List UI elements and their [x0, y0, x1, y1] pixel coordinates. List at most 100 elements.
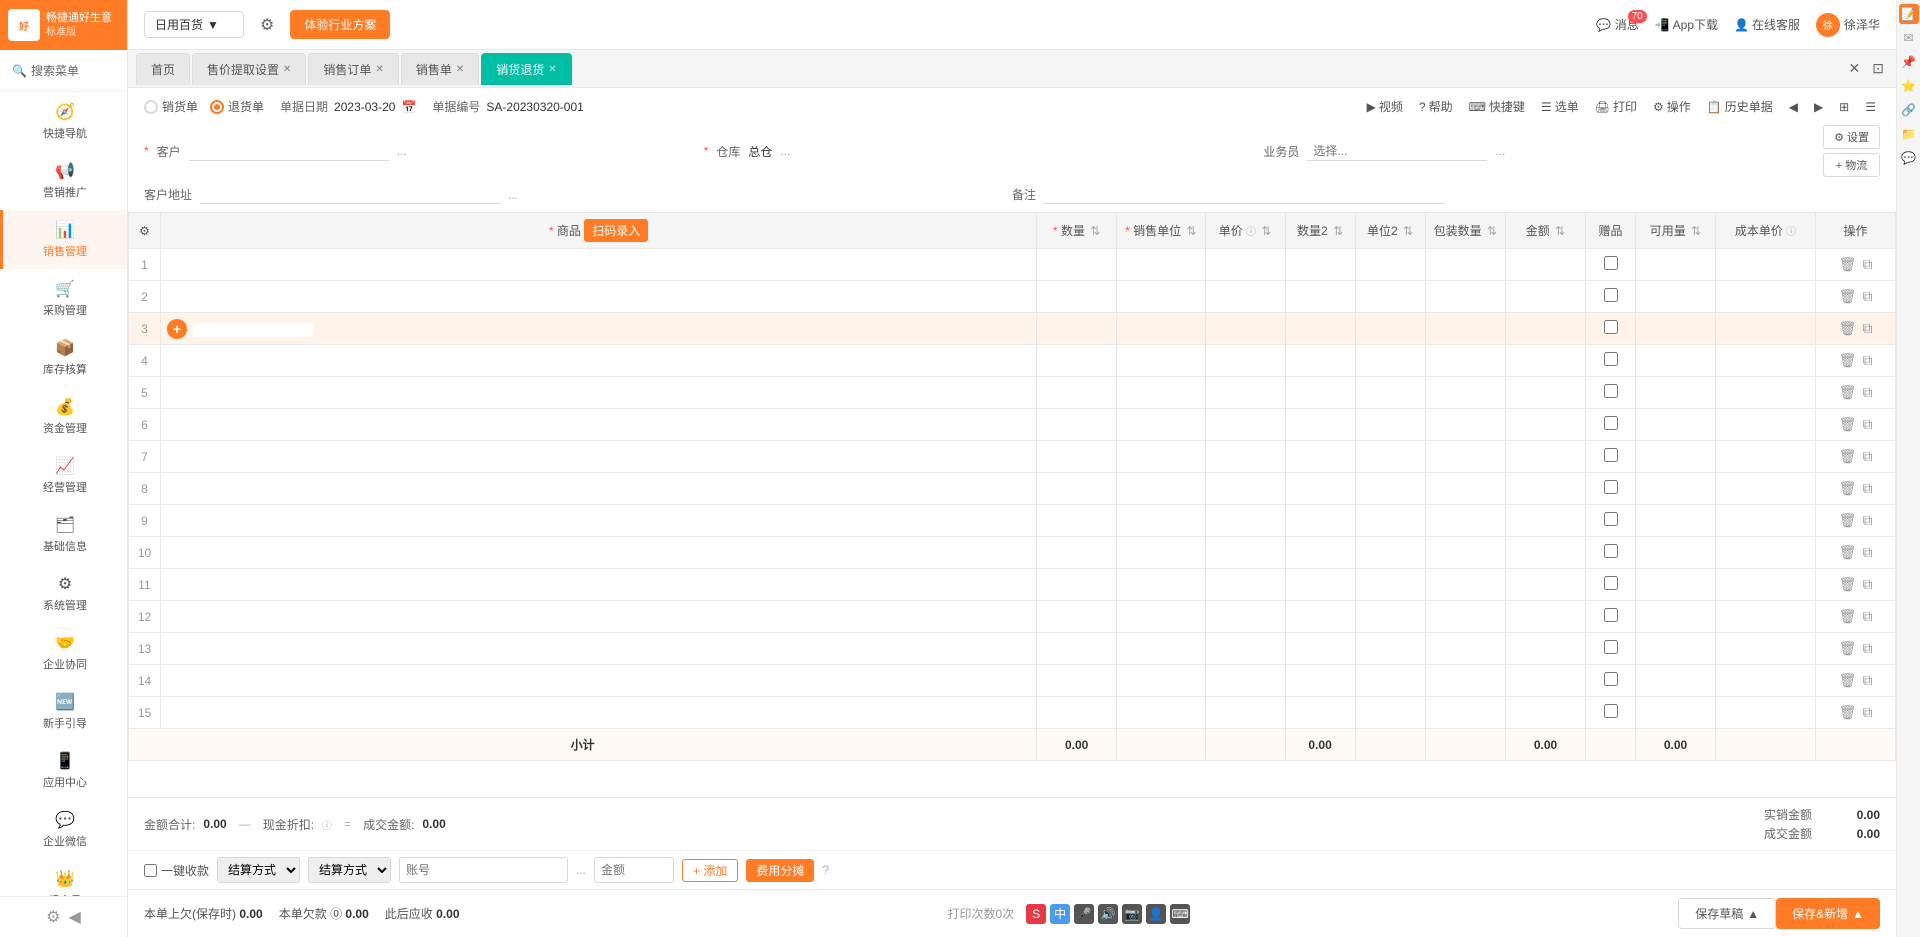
tab-home[interactable]: 首页 — [136, 53, 190, 85]
delete-row-button[interactable]: 🗑 — [1839, 384, 1857, 401]
avail-cell[interactable] — [1636, 345, 1716, 377]
unit2-cell[interactable] — [1355, 537, 1425, 569]
unit2-cell[interactable] — [1355, 569, 1425, 601]
copy-row-button[interactable]: ⧉ — [1862, 576, 1872, 593]
gift-cell[interactable] — [1586, 505, 1636, 537]
restore-tab-button[interactable]: ⊡ — [1868, 58, 1888, 79]
price-cell[interactable] — [1205, 409, 1285, 441]
amount-sort-icon[interactable]: ⇅ — [1555, 224, 1565, 238]
one-key-collect-input[interactable] — [144, 864, 157, 877]
delete-row-button[interactable]: 🗑 — [1839, 640, 1857, 657]
unit2-sort-icon[interactable]: ⇅ — [1403, 224, 1413, 238]
unit-cell[interactable] — [1117, 569, 1205, 601]
cost-cell[interactable] — [1716, 409, 1816, 441]
amount-cell[interactable] — [1506, 345, 1586, 377]
qty2-cell[interactable] — [1285, 473, 1355, 505]
unit-cell[interactable] — [1117, 345, 1205, 377]
discount-info-icon[interactable]: ⓘ — [322, 817, 332, 832]
operate-tool[interactable]: ⚙ 操作 — [1649, 96, 1695, 117]
camera-icon[interactable]: 📷 — [1122, 904, 1142, 924]
gift-cell[interactable] — [1586, 409, 1636, 441]
message-button[interactable]: 💬 消息 70 — [1596, 16, 1638, 33]
address-more[interactable]: ... — [508, 188, 518, 202]
amount-cell[interactable] — [1506, 313, 1586, 345]
unit-cell[interactable] — [1117, 665, 1205, 697]
help-tool[interactable]: ? 帮助 — [1415, 96, 1457, 117]
avail-cell[interactable] — [1636, 601, 1716, 633]
copy-row-button[interactable]: ⧉ — [1862, 704, 1872, 721]
sidebar-item-basic[interactable]: 🗂 基础信息 — [0, 505, 127, 564]
delete-row-button[interactable]: 🗑 — [1839, 320, 1857, 337]
product-input[interactable] — [193, 323, 313, 337]
remarks-input[interactable] — [1044, 185, 1444, 204]
one-key-collect-checkbox[interactable]: 一键收款 — [144, 862, 209, 879]
tab-sales-return[interactable]: 销货退货 ✕ — [481, 53, 571, 85]
cost-cell[interactable] — [1716, 345, 1816, 377]
avail-cell[interactable] — [1636, 313, 1716, 345]
delete-row-button[interactable]: 🗑 — [1839, 672, 1857, 689]
salesperson-more[interactable]: ... — [1495, 144, 1505, 158]
qty-cell[interactable] — [1037, 537, 1117, 569]
cost-cell[interactable] — [1716, 665, 1816, 697]
pkg-cell[interactable] — [1425, 665, 1505, 697]
qty-cell[interactable] — [1037, 441, 1117, 473]
delete-row-button[interactable]: 🗑 — [1839, 544, 1857, 561]
delete-row-button[interactable]: 🗑 — [1839, 448, 1857, 465]
sidebar-item-marketing[interactable]: 📢 营销推广 — [0, 151, 127, 210]
qty2-cell[interactable] — [1285, 505, 1355, 537]
price-cell[interactable] — [1205, 377, 1285, 409]
price-cell[interactable] — [1205, 313, 1285, 345]
product-cell[interactable] — [161, 537, 1037, 569]
gift-cell[interactable] — [1586, 537, 1636, 569]
gift-checkbox[interactable] — [1604, 320, 1618, 334]
pkg-cell[interactable] — [1425, 505, 1505, 537]
gift-cell[interactable] — [1586, 441, 1636, 473]
gift-checkbox[interactable] — [1604, 704, 1618, 718]
unit-cell[interactable] — [1117, 537, 1205, 569]
pkg-cell[interactable] — [1425, 281, 1505, 313]
sidebar-item-inventory[interactable]: 📦 库存核算 — [0, 328, 127, 387]
settings-button[interactable]: ⚙ 设置 — [1823, 125, 1880, 149]
industry-select[interactable]: 日用百货 ▼ — [144, 11, 244, 38]
panel-icon-note[interactable]: 📝 — [1899, 4, 1919, 24]
unit2-cell[interactable] — [1355, 377, 1425, 409]
sidebar-item-enterprise[interactable]: 🤝 企业协同 — [0, 623, 127, 682]
online-service-link[interactable]: 👤 在线客服 — [1734, 16, 1800, 33]
tab-sales-return-close[interactable]: ✕ — [548, 64, 556, 75]
add-payment-button[interactable]: + 添加 — [682, 859, 738, 882]
qty2-cell[interactable] — [1285, 569, 1355, 601]
tab-sales-order[interactable]: 销售订单 ✕ — [308, 53, 398, 85]
pkg-cell[interactable] — [1425, 249, 1505, 281]
delete-row-button[interactable]: 🗑 — [1839, 480, 1857, 497]
qty2-cell[interactable] — [1285, 249, 1355, 281]
panel-icon-msg[interactable]: ✉ — [1899, 28, 1919, 48]
product-cell[interactable] — [161, 249, 1037, 281]
qty-cell[interactable] — [1037, 697, 1117, 729]
price-cell[interactable] — [1205, 505, 1285, 537]
user-icon[interactable]: 👤 — [1146, 904, 1166, 924]
cost-info-icon[interactable]: ⓘ — [1786, 227, 1796, 238]
gift-checkbox[interactable] — [1604, 288, 1618, 302]
copy-row-button[interactable]: ⧉ — [1862, 512, 1872, 529]
unit2-cell[interactable] — [1355, 633, 1425, 665]
cost-cell[interactable] — [1716, 473, 1816, 505]
gift-checkbox[interactable] — [1604, 544, 1618, 558]
amount-cell[interactable] — [1506, 665, 1586, 697]
qty2-cell[interactable] — [1285, 441, 1355, 473]
qty2-cell[interactable] — [1285, 601, 1355, 633]
qty2-cell[interactable] — [1285, 409, 1355, 441]
unit2-cell[interactable] — [1355, 345, 1425, 377]
gift-checkbox[interactable] — [1604, 384, 1618, 398]
copy-row-button[interactable]: ⧉ — [1862, 672, 1872, 689]
save-draft-button[interactable]: 保存草稿 ▲ — [1678, 898, 1776, 929]
sidebar-item-quicknav[interactable]: 🧭 快捷导航 — [0, 92, 127, 151]
price-sort-icon[interactable]: ⇅ — [1261, 224, 1271, 238]
qty2-cell[interactable] — [1285, 633, 1355, 665]
next-bill[interactable]: ▶ — [1810, 98, 1827, 116]
avail-cell[interactable] — [1636, 569, 1716, 601]
unit-cell[interactable] — [1117, 441, 1205, 473]
customer-input[interactable] — [189, 142, 389, 161]
qty2-cell[interactable] — [1285, 377, 1355, 409]
unit2-cell[interactable] — [1355, 249, 1425, 281]
product-cell[interactable] — [161, 601, 1037, 633]
